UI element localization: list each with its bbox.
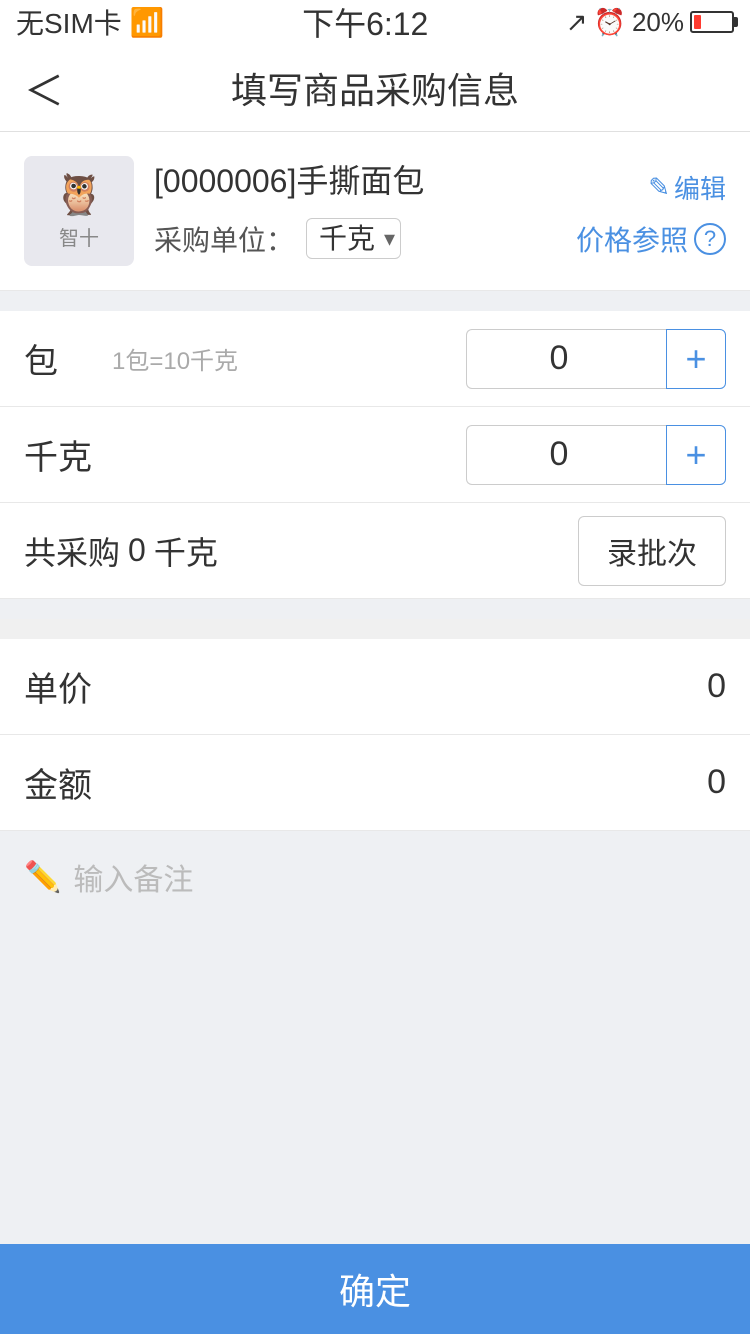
price-ref-button[interactable]: 价格参照 ? xyxy=(576,219,726,259)
unit-label-text: 采购单位： xyxy=(154,219,294,259)
bag-input-right: + xyxy=(466,329,726,389)
brand-text: 智十 xyxy=(59,222,99,251)
content-fill xyxy=(0,923,750,1263)
bag-input-row: 包 1包=10千克 + xyxy=(0,311,750,407)
bag-plus-button[interactable]: + xyxy=(666,329,726,389)
edit-button[interactable]: ✎ 编辑 xyxy=(648,156,726,218)
price-ref-question-icon: ? xyxy=(694,223,726,255)
unit-price-label: 单价 xyxy=(24,662,92,711)
page-title: 填写商品采购信息 xyxy=(231,62,519,114)
amount-label: 金额 xyxy=(24,758,92,807)
total-value: 0 xyxy=(128,532,146,569)
bag-quantity-input[interactable] xyxy=(466,329,666,389)
status-time: 下午6:12 xyxy=(302,0,428,45)
notes-section[interactable]: ✏️ 输入备注 xyxy=(0,831,750,923)
location-icon: ↗ xyxy=(566,7,588,38)
price-section: 单价 0 金额 0 xyxy=(0,639,750,831)
alarm-icon: ⏰ xyxy=(594,7,626,38)
confirm-label: 确定 xyxy=(339,1263,411,1315)
kg-input-row: 千克 + xyxy=(0,407,750,503)
product-name: [0000006]手撕面包 xyxy=(154,156,424,202)
carrier-text: 无SIM卡 xyxy=(16,2,122,42)
kg-input-right: + xyxy=(466,425,726,485)
total-row: 共采购 0 千克 录批次 xyxy=(0,503,750,599)
product-owl-icon: 🦉 xyxy=(54,171,104,218)
amount-row: 金额 0 xyxy=(0,735,750,831)
amount-value: 0 xyxy=(707,763,726,802)
unit-select-wrap[interactable]: 千克 xyxy=(306,218,401,259)
confirm-bar[interactable]: 确定 xyxy=(0,1244,750,1334)
product-thumbnail: 🦉 智十 xyxy=(24,156,134,266)
notes-placeholder: 输入备注 xyxy=(73,855,193,899)
bag-label: 包 xyxy=(24,334,104,383)
status-bar: 无SIM卡 📶 下午6:12 ↗ ⏰ 20% xyxy=(0,0,750,44)
battery-icon xyxy=(690,11,734,33)
pencil-icon: ✏️ xyxy=(24,860,61,895)
total-unit: 千克 xyxy=(154,528,218,574)
record-batch-button[interactable]: 录批次 xyxy=(578,516,726,586)
price-ref-label: 价格参照 xyxy=(576,219,688,259)
battery-percent: 20% xyxy=(632,7,684,38)
nav-bar: ＜ 填写商品采购信息 xyxy=(0,44,750,132)
kg-plus-button[interactable]: + xyxy=(666,425,726,485)
back-button[interactable]: ＜ xyxy=(24,59,64,117)
edit-label: 编辑 xyxy=(674,169,726,206)
product-info: [0000006]手撕面包 ✎ 编辑 采购单位： 千克 价格参照 ? xyxy=(154,156,726,259)
status-left: 无SIM卡 📶 xyxy=(16,2,165,42)
kg-quantity-input[interactable] xyxy=(466,425,666,485)
bag-sub-label: 1包=10千克 xyxy=(112,341,238,376)
unit-price-row: 单价 0 xyxy=(0,639,750,735)
section-divider-2 xyxy=(0,599,750,619)
input-section: 包 1包=10千克 + 千克 + xyxy=(0,311,750,503)
unit-select[interactable]: 千克 xyxy=(306,218,401,259)
product-card: 🦉 智十 [0000006]手撕面包 ✎ 编辑 采购单位： 千克 价格参照 ? xyxy=(0,132,750,291)
edit-icon: ✎ xyxy=(648,172,670,203)
unit-price-value: 0 xyxy=(707,667,726,706)
kg-label: 千克 xyxy=(24,430,104,479)
wifi-icon: 📶 xyxy=(130,6,165,39)
status-right: ↗ ⏰ 20% xyxy=(566,7,734,38)
total-prefix: 共采购 xyxy=(24,528,120,574)
section-divider-1 xyxy=(0,291,750,311)
